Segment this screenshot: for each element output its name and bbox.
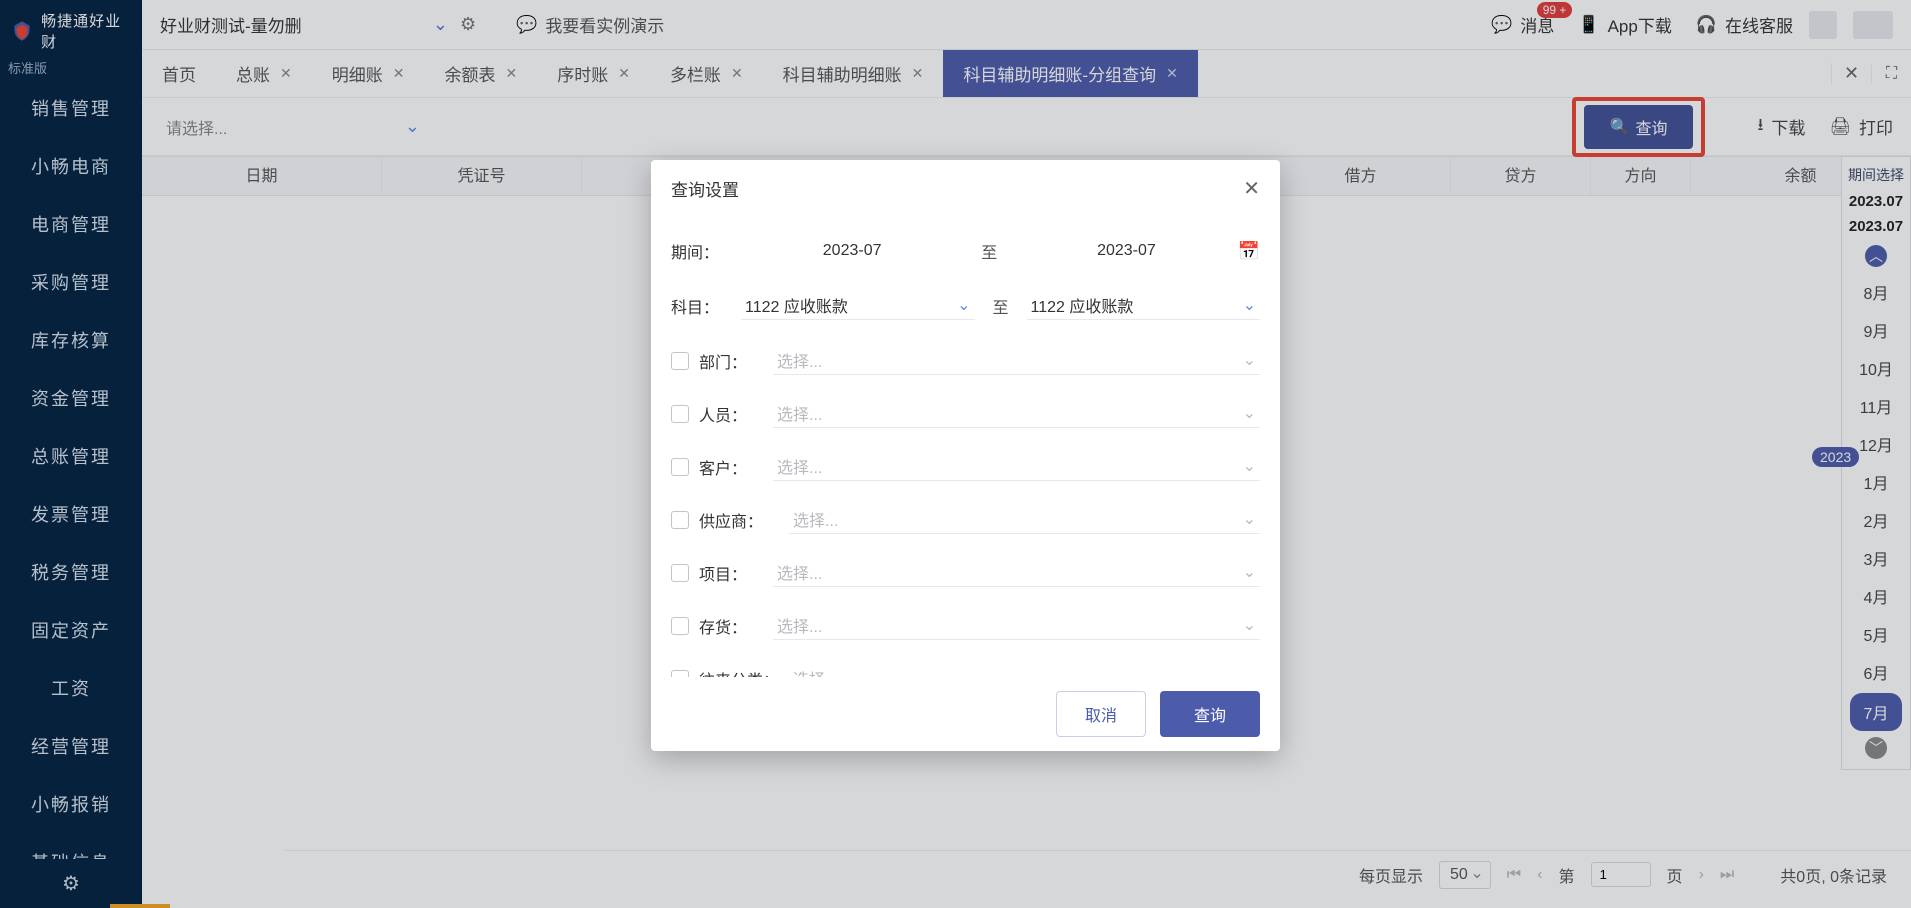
checkbox-dept[interactable] [671,352,689,370]
placeholder: 选择... [777,348,1243,372]
filter-label: 往来分类： [699,667,789,678]
checkbox-inventory[interactable] [671,617,689,635]
checkbox-supplier[interactable] [671,511,689,529]
filter-label: 存货： [699,614,773,638]
filter-person: 人员： 选择...⌄ [671,387,1260,440]
filter-inventory: 存货： 选择...⌄ [671,599,1260,652]
subject-from-value: 1122 应收账款 [745,293,957,317]
cancel-button[interactable]: 取消 [1056,691,1146,737]
subject-row: 科目： 1122 应收账款 ⌄ 至 1122 应收账款 ⌄ [671,277,1260,334]
filter-supplier: 供应商： 选择...⌄ [671,493,1260,546]
chevron-down-icon: ⌄ [1243,562,1256,582]
checkbox-ar-category[interactable] [671,670,689,678]
placeholder: 选择... [777,613,1243,637]
filter-dept: 部门： 选择...⌄ [671,334,1260,387]
subject-label: 科目： [671,294,741,318]
checkbox-customer[interactable] [671,458,689,476]
filter-label: 客户： [699,455,773,479]
modal-close-button[interactable]: ✕ [1243,176,1260,201]
filter-label: 供应商： [699,508,789,532]
filter-person-select[interactable]: 选择...⌄ [773,399,1260,428]
filter-customer-select[interactable]: 选择...⌄ [773,452,1260,481]
calendar-icon[interactable]: 📅 [1238,241,1260,262]
subject-to-value: 1122 应收账款 [1031,293,1243,317]
chevron-down-icon: ⌄ [957,295,970,315]
placeholder: 选择... [777,401,1243,425]
period-sep: 至 [963,239,1015,263]
chevron-down-icon: ⌄ [1243,456,1256,476]
checkbox-project[interactable] [671,564,689,582]
filter-dept-select[interactable]: 选择...⌄ [773,346,1260,375]
filter-label: 人员： [699,402,773,426]
chevron-down-icon: ⌄ [1243,668,1256,677]
modal-footer: 取消 查询 [651,677,1280,751]
chevron-down-icon: ⌄ [1243,350,1256,370]
modal-body: 期间： 2023-07 至 2023-07 📅 科目： 1122 应收账款 ⌄ … [651,217,1280,677]
placeholder: 选择... [777,560,1243,584]
placeholder: 选择... [793,666,1243,677]
period-from-input[interactable]: 2023-07 [741,242,963,261]
checkbox-person[interactable] [671,405,689,423]
filter-supplier-select[interactable]: 选择...⌄ [789,505,1260,534]
subject-to-select[interactable]: 1122 应收账款 ⌄ [1027,291,1261,320]
filter-label: 部门： [699,349,773,373]
period-label: 期间： [671,239,741,263]
filter-project-select[interactable]: 选择...⌄ [773,558,1260,587]
period-row: 期间： 2023-07 至 2023-07 📅 [671,225,1260,277]
ok-button[interactable]: 查询 [1160,691,1260,737]
filter-project: 项目： 选择...⌄ [671,546,1260,599]
query-settings-modal: 查询设置 ✕ 期间： 2023-07 至 2023-07 📅 科目： 1122 … [651,160,1280,751]
subject-sep: 至 [975,294,1027,318]
chevron-down-icon: ⌄ [1243,403,1256,423]
placeholder: 选择... [777,454,1243,478]
modal-header: 查询设置 ✕ [651,160,1280,217]
filter-label: 项目： [699,561,773,585]
chevron-down-icon: ⌄ [1243,295,1256,315]
filter-inventory-select[interactable]: 选择...⌄ [773,611,1260,640]
placeholder: 选择... [793,507,1243,531]
filter-ar-category: 往来分类： 选择...⌄ [671,652,1260,677]
modal-title: 查询设置 [671,176,739,201]
period-to-input[interactable]: 2023-07 [1015,242,1237,261]
chevron-down-icon: ⌄ [1243,509,1256,529]
subject-from-select[interactable]: 1122 应收账款 ⌄ [741,291,975,320]
filter-customer: 客户： 选择...⌄ [671,440,1260,493]
chevron-down-icon: ⌄ [1243,615,1256,635]
filter-ar-category-select[interactable]: 选择...⌄ [789,664,1260,677]
